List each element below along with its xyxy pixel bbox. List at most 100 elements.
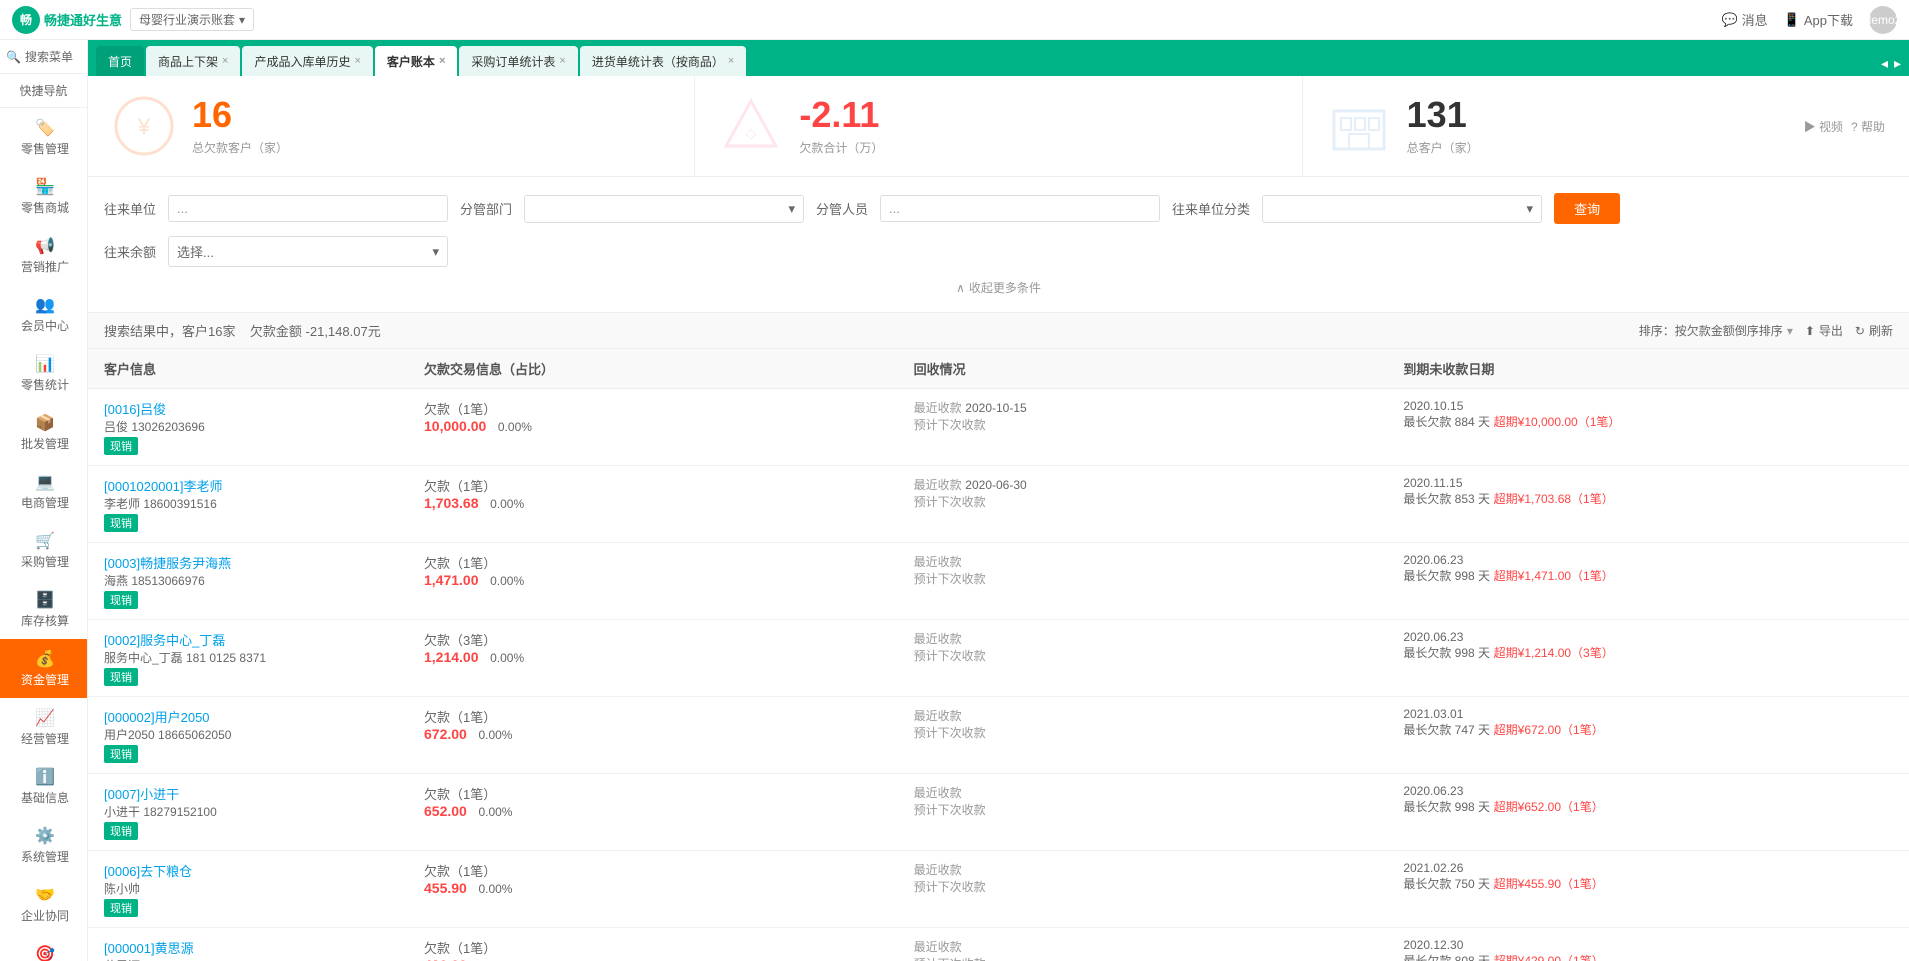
unit-class-select[interactable]: ▾ bbox=[1262, 195, 1542, 223]
customer-name-5[interactable]: [0007]小进干 bbox=[104, 787, 179, 802]
tab-incoming[interactable]: 进货单统计表（按商品） × bbox=[580, 46, 746, 76]
sidebar-item-finance[interactable]: 💰 资金管理 bbox=[0, 639, 87, 698]
refresh-button[interactable]: ↻ 刷新 bbox=[1855, 322, 1893, 339]
sidebar-item-ops[interactable]: 📈 经营管理 bbox=[0, 698, 87, 757]
sidebar-item-retail-stats[interactable]: 📊 零售统计 bbox=[0, 344, 87, 403]
customer-name-4[interactable]: [000002]用户2050 bbox=[104, 710, 210, 725]
sidebar-item-retail-mgmt[interactable]: 🏷️ 零售管理 bbox=[0, 108, 87, 167]
tab-next-icon[interactable]: ▸ bbox=[1894, 55, 1901, 72]
customer-name-3[interactable]: [0002]服务中心_丁磊 bbox=[104, 633, 225, 648]
overdue-link-4[interactable]: 超期¥672.00（1笔） bbox=[1494, 723, 1604, 737]
overdue-link-7[interactable]: 超期¥429.00（1笔） bbox=[1494, 954, 1604, 961]
debt-count-0: 欠款（1笔） bbox=[424, 399, 914, 418]
help-btn[interactable]: ? 帮助 bbox=[1851, 118, 1885, 135]
customer-badge-0: 现销 bbox=[104, 437, 138, 455]
due-date-6: 2021.02.26 bbox=[1403, 861, 1893, 875]
tab-customer[interactable]: 客户账本 × bbox=[375, 46, 457, 76]
max-days-6: 最长欠款 750 天 bbox=[1403, 877, 1490, 891]
customer-name-1[interactable]: [0001020001]李老师 bbox=[104, 479, 223, 494]
due-cell-6: 2021.02.26 最长欠款 750 天 超期¥455.90（1笔） bbox=[1403, 861, 1893, 892]
overdue-link-2[interactable]: 超期¥1,471.00（1笔） bbox=[1494, 569, 1614, 583]
customer-cell-0: [0016]吕俊 吕俊 13026203696 现销 bbox=[104, 399, 424, 455]
sidebar-item-batch-mgmt[interactable]: 📦 批发管理 bbox=[0, 403, 87, 462]
debt-cell-6: 欠款（1笔） 455.90 0.00% bbox=[424, 861, 914, 896]
collection-cell-3: 最近收款 预计下次收款 bbox=[914, 630, 1404, 664]
tab-purchase[interactable]: 采购订单统计表 × bbox=[459, 46, 577, 76]
tab-incoming-close[interactable]: × bbox=[728, 55, 734, 67]
due-cell-4: 2021.03.01 最长欠款 747 天 超期¥672.00（1笔） bbox=[1403, 707, 1893, 738]
due-date-0: 2020.10.15 bbox=[1403, 399, 1893, 413]
customer-name-6[interactable]: [0006]去下粮仓 bbox=[104, 864, 192, 879]
sidebar-item-member[interactable]: 👥 会员中心 bbox=[0, 285, 87, 344]
sidebar-quick-nav[interactable]: 快捷导航 bbox=[0, 74, 87, 108]
overdue-link-3[interactable]: 超期¥1,214.00（3笔） bbox=[1494, 646, 1614, 660]
balance-select[interactable]: 选择... ▾ bbox=[168, 236, 448, 267]
sidebar-search[interactable]: 🔍 搜索菜单 bbox=[0, 40, 87, 74]
customer-name-0[interactable]: [0016]吕俊 bbox=[104, 402, 166, 417]
total-customers-label: 总客户（家） bbox=[1407, 139, 1788, 156]
tab-purchase-close[interactable]: × bbox=[559, 55, 565, 67]
tab-goods[interactable]: 商品上下架 × bbox=[146, 46, 240, 76]
debt-count-2: 欠款（1笔） bbox=[424, 553, 914, 572]
debt-amount-1: 1,703.68 bbox=[424, 495, 479, 511]
sidebar-item-inventory[interactable]: 🗄️ 库存核算 bbox=[0, 580, 87, 639]
message-button[interactable]: 💬 消息 bbox=[1721, 10, 1767, 29]
retail-stats-icon: 📊 bbox=[7, 354, 83, 374]
person-input[interactable]: ... bbox=[880, 195, 1160, 222]
tab-production-close[interactable]: × bbox=[354, 55, 360, 67]
sidebar-item-retail-mall[interactable]: 🏪 零售商城 bbox=[0, 167, 87, 226]
app-download-button[interactable]: 📱 App下载 bbox=[1784, 10, 1853, 29]
sidebar-item-purchase[interactable]: 🛒 采购管理 bbox=[0, 521, 87, 580]
tab-goods-close[interactable]: × bbox=[222, 55, 228, 67]
user-avatar[interactable]: demo2 bbox=[1869, 6, 1897, 34]
customer-name-2[interactable]: [0003]畅捷服务尹海燕 bbox=[104, 556, 231, 571]
tab-goods-label: 商品上下架 bbox=[158, 53, 218, 70]
scrollable-content: ¥ 16 总欠款客户（家） ◇ -2.11 欠款合计（万） bbox=[88, 76, 1909, 961]
video-btn[interactable]: ▶ 视频 bbox=[1804, 118, 1843, 135]
owe-amount-label: 欠款合计（万） bbox=[799, 139, 1277, 156]
export-button[interactable]: ⬆ 导出 bbox=[1805, 322, 1843, 339]
debt-amount-4: 672.00 bbox=[424, 726, 467, 742]
customer-name-7[interactable]: [000001]黄思源 bbox=[104, 941, 194, 956]
overdue-link-5[interactable]: 超期¥652.00（1笔） bbox=[1494, 800, 1604, 814]
sidebar-item-marketing[interactable]: 📢 营销推广 bbox=[0, 226, 87, 285]
sort-button[interactable]: 排序：按欠款金额倒序排序 ▾ bbox=[1639, 322, 1793, 339]
sidebar: 🔍 搜索菜单 快捷导航 🏷️ 零售管理 🏪 零售商城 📢 营销推广 👥 会员中心 bbox=[0, 40, 88, 961]
debt-count-5: 欠款（1笔） bbox=[424, 784, 914, 803]
dept-select[interactable]: ▾ bbox=[524, 195, 804, 223]
tab-purchase-label: 采购订单统计表 bbox=[471, 53, 555, 70]
guide-icon: 🎯 bbox=[7, 944, 83, 961]
table-row: [0007]小进干 小进干 18279152100 现销 欠款（1笔） 652.… bbox=[88, 774, 1909, 851]
due-date-3: 2020.06.23 bbox=[1403, 630, 1893, 644]
industry-selector[interactable]: 母婴行业演示账套 ▾ bbox=[130, 8, 254, 31]
ecommerce-icon: 💻 bbox=[7, 472, 83, 492]
search-button[interactable]: 查询 bbox=[1554, 193, 1620, 224]
tab-prev-icon[interactable]: ◂ bbox=[1881, 55, 1888, 72]
sidebar-item-guide[interactable]: 🎯 新手引导 bbox=[0, 934, 87, 961]
sidebar-item-system[interactable]: ⚙️ 系统管理 bbox=[0, 816, 87, 875]
tab-production-label: 产成品入库单历史 bbox=[254, 53, 350, 70]
collapse-button[interactable]: ∧ 收起更多条件 bbox=[104, 279, 1893, 296]
overdue-link-6[interactable]: 超期¥455.90（1笔） bbox=[1494, 877, 1604, 891]
next-label-7: 预计下次收款 bbox=[914, 955, 1404, 961]
svg-text:◇: ◇ bbox=[746, 125, 757, 141]
table-header: 客户信息 欠款交易信息（占比） 回收情况 到期未收款日期 bbox=[88, 349, 1909, 389]
customer-phone-2: 海燕 18513066976 bbox=[104, 572, 424, 589]
from-unit-input[interactable]: ... bbox=[168, 195, 448, 222]
quick-nav-label: 快捷导航 bbox=[19, 82, 67, 99]
debt-cell-5: 欠款（1笔） 652.00 0.00% bbox=[424, 784, 914, 819]
debt-cell-3: 欠款（3笔） 1,214.00 0.00% bbox=[424, 630, 914, 665]
tab-production[interactable]: 产成品入库单历史 × bbox=[242, 46, 372, 76]
overdue-link-0[interactable]: 超期¥10,000.00（1笔） bbox=[1494, 415, 1621, 429]
sidebar-item-corp[interactable]: 🤝 企业协同 bbox=[0, 875, 87, 934]
tab-customer-close[interactable]: × bbox=[439, 55, 445, 67]
tab-home-label: 首页 bbox=[108, 53, 132, 70]
debt-count-1: 欠款（1笔） bbox=[424, 476, 914, 495]
table-row: [0003]畅捷服务尹海燕 海燕 18513066976 现销 欠款（1笔） 1… bbox=[88, 543, 1909, 620]
overdue-link-1[interactable]: 超期¥1,703.68（1笔） bbox=[1494, 492, 1614, 506]
sidebar-item-ecommerce[interactable]: 💻 电商管理 bbox=[0, 462, 87, 521]
main-layout: 🔍 搜索菜单 快捷导航 🏷️ 零售管理 🏪 零售商城 📢 营销推广 👥 会员中心 bbox=[0, 40, 1909, 961]
tab-home[interactable]: 首页 bbox=[96, 46, 144, 76]
app-name: 畅捷通好生意 bbox=[44, 10, 122, 29]
sidebar-item-basic[interactable]: ℹ️ 基础信息 bbox=[0, 757, 87, 816]
